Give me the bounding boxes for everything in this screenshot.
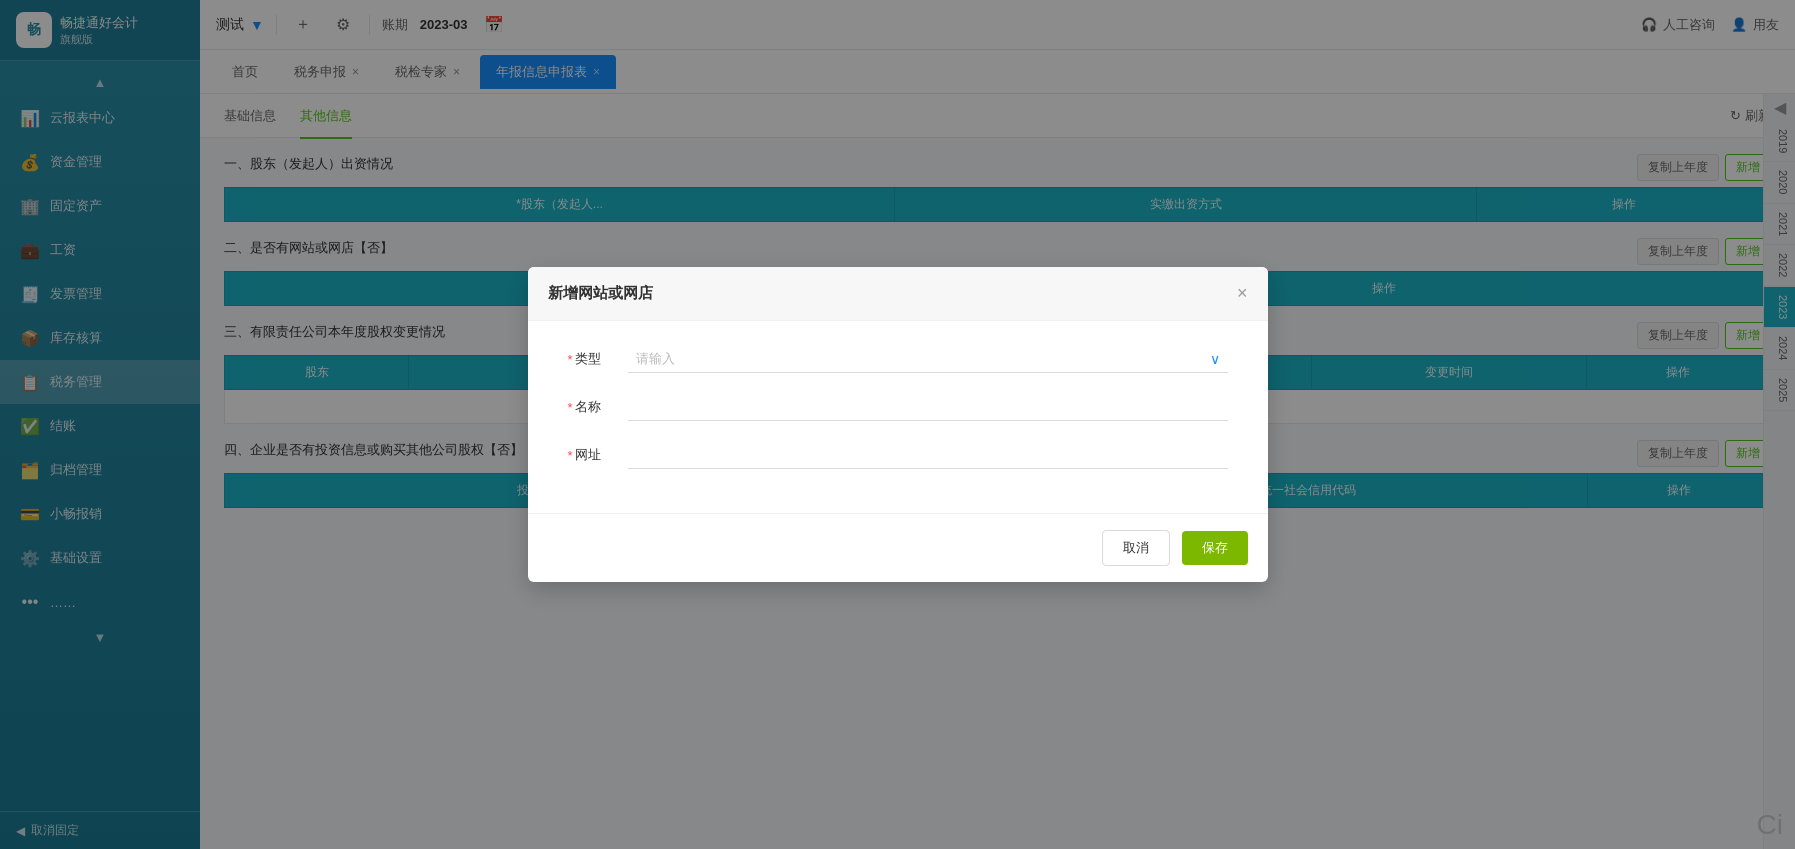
dialog-header: 新增网站或网店 × (528, 267, 1268, 321)
type-input[interactable] (628, 345, 1228, 373)
cancel-button[interactable]: 取消 (1102, 530, 1170, 566)
form-field-name: * 名称 (568, 393, 1228, 421)
type-label-text: 类型 (575, 350, 601, 368)
url-label: * 网址 (568, 446, 628, 464)
name-label-text: 名称 (575, 398, 601, 416)
url-input[interactable] (628, 441, 1228, 469)
dialog-body: * 类型 ∨ * 名称 * 网址 (528, 321, 1268, 513)
type-select-wrapper: ∨ (628, 345, 1228, 373)
name-label: * 名称 (568, 398, 628, 416)
add-website-dialog: 新增网站或网店 × * 类型 ∨ * 名称 (528, 267, 1268, 582)
name-required: * (568, 400, 573, 415)
dialog-close-button[interactable]: × (1237, 283, 1248, 304)
save-button[interactable]: 保存 (1182, 531, 1248, 565)
dialog-footer: 取消 保存 (528, 513, 1268, 582)
url-required: * (568, 448, 573, 463)
form-field-url: * 网址 (568, 441, 1228, 469)
dialog-title: 新增网站或网店 (548, 284, 653, 303)
modal-overlay: 新增网站或网店 × * 类型 ∨ * 名称 (0, 0, 1795, 849)
form-field-type: * 类型 ∨ (568, 345, 1228, 373)
type-required: * (568, 352, 573, 367)
url-label-text: 网址 (575, 446, 601, 464)
type-label: * 类型 (568, 350, 628, 368)
name-input[interactable] (628, 393, 1228, 421)
